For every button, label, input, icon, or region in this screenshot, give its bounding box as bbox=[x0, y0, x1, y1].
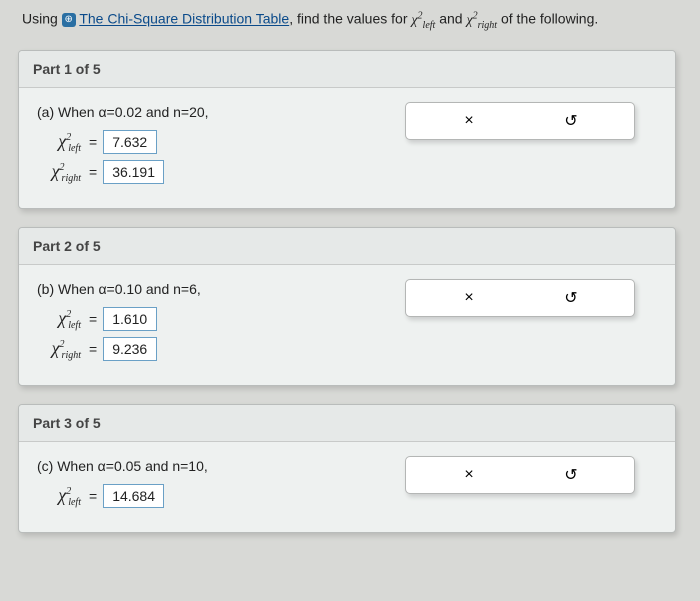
chi-left-symbol: χ2left bbox=[37, 485, 81, 509]
part-3-header: Part 3 of 5 bbox=[19, 405, 675, 442]
action-bar-2: × ↺ bbox=[405, 279, 635, 317]
p1-right-row: χ2right = 36.191 bbox=[37, 160, 661, 184]
part-1-header: Part 1 of 5 bbox=[19, 51, 675, 88]
intro-prefix: Using bbox=[22, 11, 62, 27]
chi-right-inline: χ2right bbox=[466, 13, 497, 28]
part-3-card: Part 3 of 5 × ↺ (c) When α=0.05 and n=10… bbox=[18, 404, 676, 533]
wrong-button[interactable]: × bbox=[449, 112, 489, 130]
equals-sign: = bbox=[89, 164, 97, 180]
reset-button[interactable]: ↺ bbox=[551, 465, 591, 485]
intro-mid: , find the values for bbox=[289, 11, 411, 27]
part-2-card: Part 2 of 5 × ↺ (b) When α=0.10 and n=6,… bbox=[18, 227, 676, 386]
intro-suffix: of the following. bbox=[497, 11, 598, 27]
p3-left-value[interactable]: 14.684 bbox=[103, 484, 164, 508]
part-1-card: Part 1 of 5 × ↺ (a) When α=0.02 and n=20… bbox=[18, 50, 676, 209]
chi-right-symbol: χ2right bbox=[37, 161, 81, 185]
reset-button[interactable]: ↺ bbox=[551, 111, 591, 131]
part-2-body: × ↺ (b) When α=0.10 and n=6, χ2left = 1.… bbox=[19, 265, 675, 385]
part-1-body: × ↺ (a) When α=0.02 and n=20, χ2left = 7… bbox=[19, 88, 675, 208]
chi-right-symbol: χ2right bbox=[37, 338, 81, 362]
chi-left-inline: χ2left bbox=[411, 13, 435, 28]
chi-left-symbol: χ2left bbox=[37, 131, 81, 155]
wrong-button[interactable]: × bbox=[449, 289, 489, 307]
p1-left-value[interactable]: 7.632 bbox=[103, 130, 157, 154]
chi-table-link[interactable]: The Chi-Square Distribution Table bbox=[79, 11, 289, 27]
part-3-body: × ↺ (c) When α=0.05 and n=10, χ2left = 1… bbox=[19, 442, 675, 532]
equals-sign: = bbox=[89, 488, 97, 504]
part-2-header: Part 2 of 5 bbox=[19, 228, 675, 265]
instruction-line: Using ⊕ The Chi-Square Distribution Tabl… bbox=[18, 6, 676, 40]
wrong-button[interactable]: × bbox=[449, 466, 489, 484]
chi-left-symbol: χ2left bbox=[37, 308, 81, 332]
action-bar-1: × ↺ bbox=[405, 102, 635, 140]
p2-left-value[interactable]: 1.610 bbox=[103, 307, 157, 331]
action-bar-3: × ↺ bbox=[405, 456, 635, 494]
intro-and: and bbox=[435, 11, 466, 27]
reset-button[interactable]: ↺ bbox=[551, 288, 591, 308]
p1-right-value[interactable]: 36.191 bbox=[103, 160, 164, 184]
p2-right-row: χ2right = 9.236 bbox=[37, 337, 661, 361]
equals-sign: = bbox=[89, 134, 97, 150]
equals-sign: = bbox=[89, 311, 97, 327]
equals-sign: = bbox=[89, 341, 97, 357]
p2-right-value[interactable]: 9.236 bbox=[103, 337, 157, 361]
info-icon: ⊕ bbox=[62, 13, 76, 27]
